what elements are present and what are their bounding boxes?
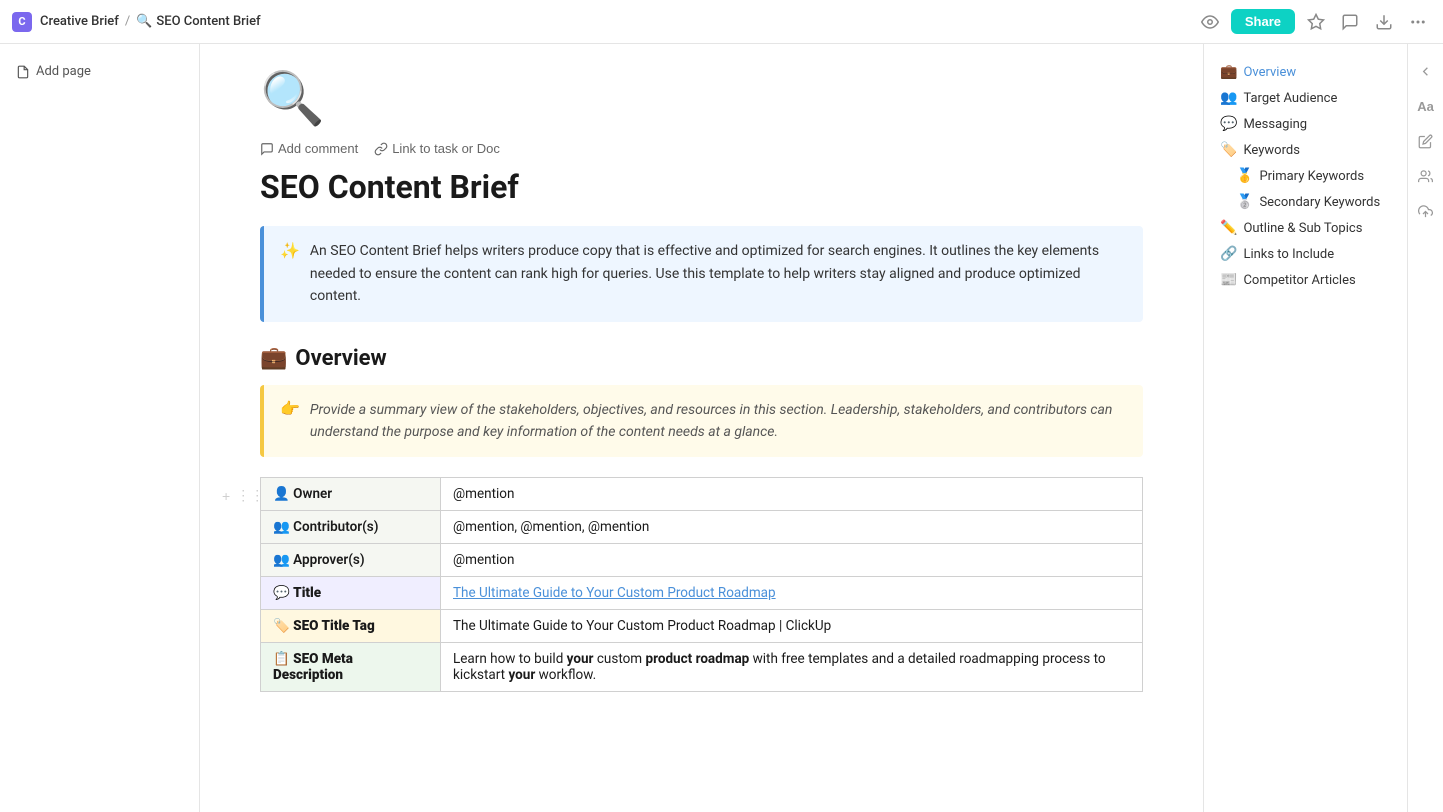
left-sidebar: Add page <box>0 44 200 812</box>
row-controls: + ⋮⋮ <box>220 485 266 506</box>
overview-table: 👤 Owner @mention 👥 Contributor(s) @menti… <box>260 477 1143 692</box>
share-button[interactable]: Share <box>1231 9 1295 34</box>
table-row: 💬 Title The Ultimate Guide to Your Custo… <box>261 577 1143 610</box>
doc-actions: Add comment Link to task or Doc <box>260 141 1143 156</box>
comment-button[interactable] <box>1337 9 1363 35</box>
add-comment-button[interactable]: Add comment <box>260 141 358 156</box>
font-size-button[interactable]: Aa <box>1413 95 1438 118</box>
title-link[interactable]: The Ultimate Guide to Your Custom Produc… <box>453 585 776 601</box>
doc-icon: 🔍 <box>260 68 1143 129</box>
row-label: 📋 SEO MetaDescription <box>261 643 441 692</box>
toc-item-target-audience[interactable]: 👥 Target Audience <box>1212 86 1435 110</box>
app-logo: C <box>12 12 32 32</box>
table-row: 🏷️ SEO Title Tag The Ultimate Guide to Y… <box>261 610 1143 643</box>
row-label: 🏷️ SEO Title Tag <box>261 610 441 643</box>
search-icon: 🔍 <box>136 14 152 29</box>
row-value[interactable]: @mention <box>441 544 1143 577</box>
row-label: 👤 Owner <box>261 478 441 511</box>
toc-item-links[interactable]: 🔗 Links to Include <box>1212 242 1435 266</box>
breadcrumb-current[interactable]: 🔍 SEO Content Brief <box>136 14 260 29</box>
people-icon-2: 👥 <box>273 552 290 568</box>
main-layout: Add page 🔍 Add comment Link to task or D… <box>0 44 1443 812</box>
info-callout: ✨ An SEO Content Brief helps writers pro… <box>260 226 1143 321</box>
row-label: 👥 Contributor(s) <box>261 511 441 544</box>
clipboard-icon: 📋 <box>273 651 290 667</box>
content-area: 🔍 Add comment Link to task or Doc SEO Co… <box>200 44 1203 812</box>
gold-medal-icon: 🥇 <box>1236 168 1253 184</box>
table-row: 📋 SEO MetaDescription Learn how to build… <box>261 643 1143 692</box>
info-callout-text: An SEO Content Brief helps writers produ… <box>310 240 1127 307</box>
people-toc-icon: 👥 <box>1220 90 1237 106</box>
toc-item-keywords[interactable]: 🏷️ Keywords <box>1212 138 1435 162</box>
silver-medal-icon: 🥈 <box>1236 194 1253 210</box>
chat-toc-icon: 💬 <box>1220 116 1237 132</box>
pointright-icon: 👉 <box>280 399 300 444</box>
tag-icon: 🏷️ <box>273 618 290 634</box>
topbar-right: Share <box>1197 9 1431 35</box>
row-value[interactable]: Learn how to build your custom product r… <box>441 643 1143 692</box>
toc-item-competitor-articles[interactable]: 📰 Competitor Articles <box>1212 268 1435 292</box>
link-toc-icon: 🔗 <box>1220 246 1237 262</box>
row-label: 💬 Title <box>261 577 441 610</box>
topbar: C Creative Brief / 🔍 SEO Content Brief S… <box>0 0 1443 44</box>
users-button[interactable] <box>1414 165 1437 188</box>
row-value[interactable]: The Ultimate Guide to Your Custom Produc… <box>441 610 1143 643</box>
toc-item-primary-keywords[interactable]: 🥇 Primary Keywords <box>1212 164 1435 188</box>
newspaper-toc-icon: 📰 <box>1220 272 1237 288</box>
visibility-button[interactable] <box>1197 9 1223 35</box>
chat-icon: 💬 <box>273 585 290 601</box>
table-row: 👤 Owner @mention <box>261 478 1143 511</box>
collapse-sidebar-button[interactable] <box>1414 60 1437 83</box>
star-button[interactable] <box>1303 9 1329 35</box>
overview-callout: 👉 Provide a summary view of the stakehol… <box>260 385 1143 458</box>
export-button[interactable] <box>1371 9 1397 35</box>
breadcrumb: Creative Brief / 🔍 SEO Content Brief <box>40 14 261 29</box>
overview-callout-text: Provide a summary view of the stakeholde… <box>310 399 1127 444</box>
row-label: 👥 Approver(s) <box>261 544 441 577</box>
right-tool-strip: Aa <box>1407 44 1443 812</box>
person-icon: 👤 <box>273 486 290 502</box>
upload-button[interactable] <box>1414 200 1437 223</box>
toc-item-outline-sub-topics[interactable]: ✏️ Outline & Sub Topics <box>1212 216 1435 240</box>
link-to-task-button[interactable]: Link to task or Doc <box>374 141 500 156</box>
toc-item-messaging[interactable]: 💬 Messaging <box>1212 112 1435 136</box>
row-value[interactable]: @mention, @mention, @mention <box>441 511 1143 544</box>
sparkle-icon: ✨ <box>280 241 300 307</box>
briefcase-icon: 💼 <box>260 346 287 371</box>
drag-row-button[interactable]: ⋮⋮ <box>234 485 266 506</box>
toc-item-secondary-keywords[interactable]: 🥈 Secondary Keywords <box>1212 190 1435 214</box>
overview-section-header: 💼 Overview <box>260 346 1143 371</box>
edit-button[interactable] <box>1414 130 1437 153</box>
more-options-button[interactable] <box>1405 9 1431 35</box>
row-value[interactable]: The Ultimate Guide to Your Custom Produc… <box>441 577 1143 610</box>
row-value[interactable]: @mention <box>441 478 1143 511</box>
table-area: + ⋮⋮ 👤 Owner @mention 👥 Contributor(s) @… <box>260 477 1143 692</box>
doc-title: SEO Content Brief <box>260 168 1143 206</box>
table-row: 👥 Contributor(s) @mention, @mention, @me… <box>261 511 1143 544</box>
table-row: 👥 Approver(s) @mention <box>261 544 1143 577</box>
briefcase-toc-icon: 💼 <box>1220 64 1237 80</box>
pencil-toc-icon: ✏️ <box>1220 220 1237 236</box>
people-icon: 👥 <box>273 519 290 535</box>
add-row-button[interactable]: + <box>220 486 232 506</box>
toc-item-overview[interactable]: 💼 Overview <box>1212 60 1435 84</box>
tag-toc-icon: 🏷️ <box>1220 142 1237 158</box>
add-page-button[interactable]: Add page <box>8 60 191 83</box>
breadcrumb-separator: / <box>125 14 130 29</box>
breadcrumb-parent[interactable]: Creative Brief <box>40 14 119 29</box>
